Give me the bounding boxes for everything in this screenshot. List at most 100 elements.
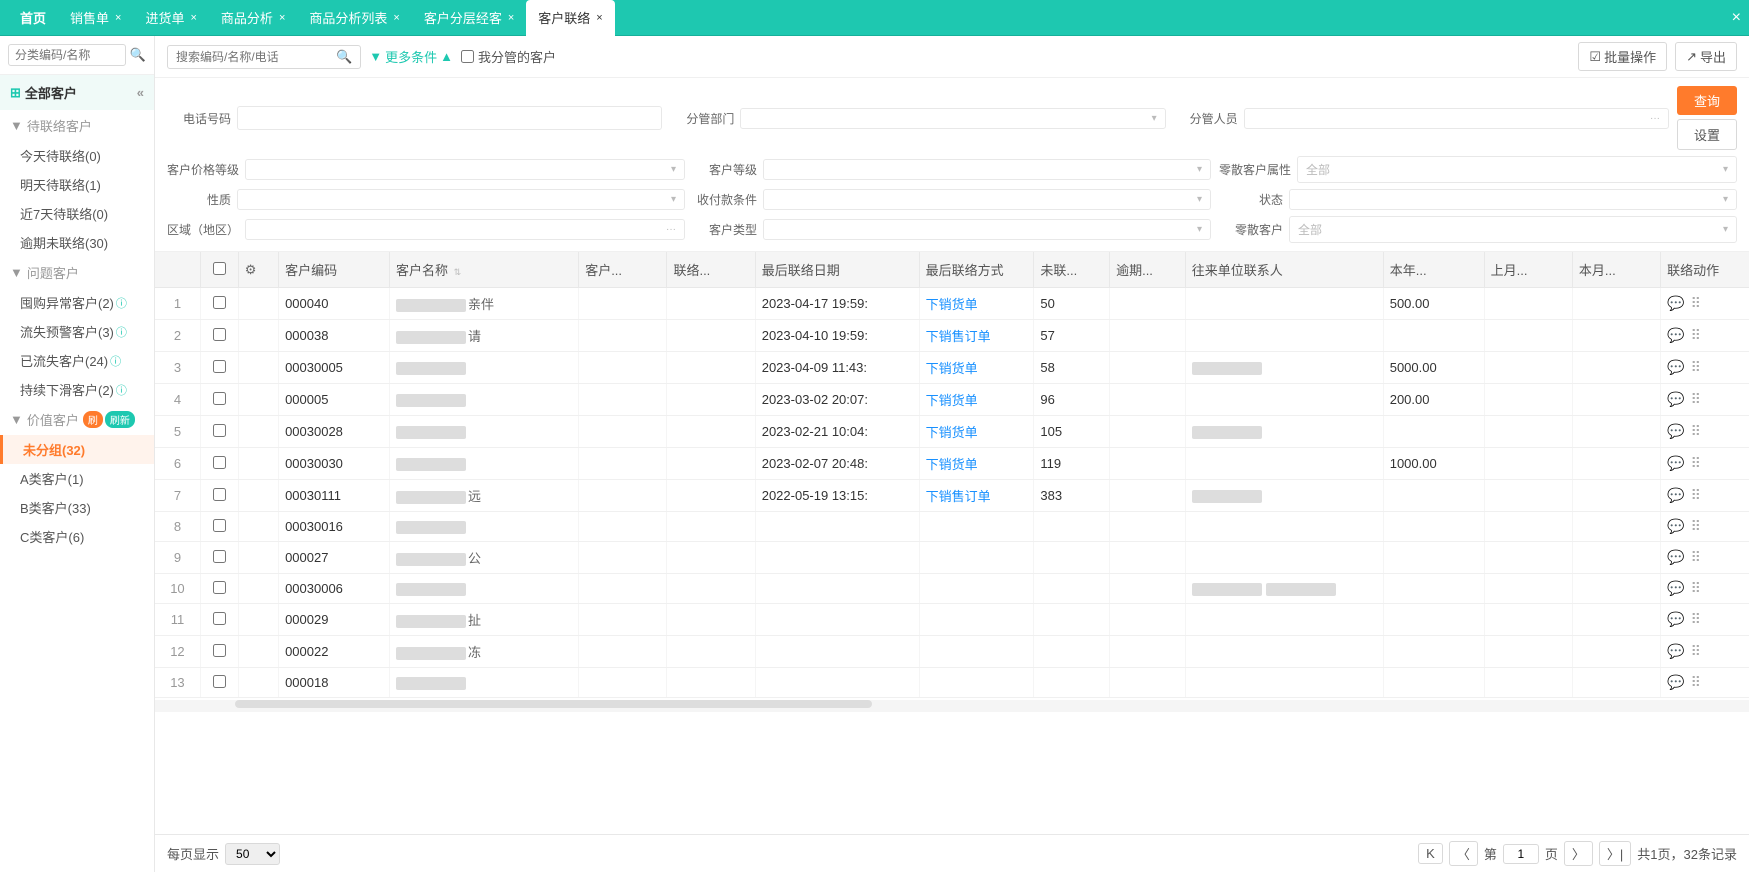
more-action-icon[interactable]: ⠿ (1691, 423, 1701, 440)
my-customers-checkbox[interactable]: 我分管的客户 (461, 47, 556, 66)
first-page-button[interactable]: K (1418, 843, 1443, 864)
close-segment-tab[interactable]: × (508, 12, 514, 24)
close-contact-tab[interactable]: × (596, 12, 602, 24)
customer-type-select[interactable]: ▾ (763, 219, 1211, 240)
last-method-link[interactable]: 下销货单 (926, 393, 978, 408)
row-checkbox[interactable] (213, 581, 226, 594)
contact-icon[interactable]: 💬 (1667, 643, 1684, 660)
export-button[interactable]: ↗ 导出 (1675, 42, 1737, 71)
contact-icon[interactable]: 💬 (1667, 674, 1684, 691)
tab-home[interactable]: 首页 (8, 0, 58, 36)
prev-page-button[interactable]: 〈 (1449, 841, 1478, 866)
contact-icon[interactable]: 💬 (1667, 487, 1684, 504)
more-action-icon[interactable]: ⠿ (1691, 643, 1701, 660)
contact-icon[interactable]: 💬 (1667, 359, 1684, 376)
close-goods-list-tab[interactable]: × (393, 12, 399, 24)
more-conditions-button[interactable]: ▼ 更多条件 ▲ (369, 47, 453, 66)
more-action-icon[interactable]: ⠿ (1691, 611, 1701, 628)
row-checkbox[interactable] (213, 644, 226, 657)
row-checkbox[interactable] (213, 550, 226, 563)
last-method-link[interactable]: 下销货单 (926, 425, 978, 440)
row-checkbox[interactable] (213, 612, 226, 625)
tab-goods-analysis[interactable]: 商品分析 × (209, 0, 297, 36)
sidebar-item-overdue-pending[interactable]: 逾期未联络(30) (0, 228, 154, 257)
more-action-icon[interactable]: ⠿ (1691, 391, 1701, 408)
retail-select[interactable]: 全部 ▾ (1289, 216, 1737, 243)
my-customers-check-input[interactable] (461, 50, 474, 63)
more-action-icon[interactable]: ⠿ (1691, 487, 1701, 504)
tab-goods-analysis-list[interactable]: 商品分析列表 × (297, 0, 411, 36)
search-input[interactable] (176, 50, 336, 64)
tab-customer-segment[interactable]: 客户分层经客 × (412, 0, 526, 36)
horizontal-scrollbar[interactable] (155, 700, 1749, 712)
sidebar-item-ungroup[interactable]: 未分组(32) (0, 435, 154, 464)
more-action-icon[interactable]: ⠿ (1691, 295, 1701, 312)
phone-input[interactable] (237, 106, 662, 130)
customer-level-select[interactable]: ▾ (763, 159, 1211, 180)
tab-sales[interactable]: 销售单 × (58, 0, 133, 36)
payment-select[interactable]: ▾ (763, 189, 1211, 210)
row-checkbox[interactable] (213, 519, 226, 532)
row-checkbox[interactable] (213, 424, 226, 437)
search-icon[interactable]: 🔍 (336, 49, 352, 65)
row-checkbox[interactable] (213, 360, 226, 373)
close-goods-analysis-tab[interactable]: × (279, 12, 285, 24)
sidebar-search-input[interactable] (8, 44, 126, 66)
sidebar-item-churned[interactable]: 已流失客户(24) ⓘ (0, 346, 154, 375)
sidebar-collapse-icon[interactable]: « (137, 85, 144, 100)
retail-attr-select[interactable]: 全部 ▾ (1297, 156, 1737, 183)
more-action-icon[interactable]: ⠿ (1691, 518, 1701, 535)
contact-icon[interactable]: 💬 (1667, 327, 1684, 344)
tab-customer-contact[interactable]: 客户联络 × (526, 0, 614, 36)
last-method-link[interactable]: 下销售订单 (926, 489, 991, 504)
contact-icon[interactable]: 💬 (1667, 295, 1684, 312)
next-page-button[interactable]: 〉 (1564, 841, 1593, 866)
contact-icon[interactable]: 💬 (1667, 518, 1684, 535)
more-action-icon[interactable]: ⠿ (1691, 359, 1701, 376)
row-checkbox[interactable] (213, 392, 226, 405)
select-all-checkbox[interactable] (213, 262, 226, 275)
row-checkbox[interactable] (213, 488, 226, 501)
sidebar-item-a-class[interactable]: A类客户(1) (0, 464, 154, 493)
price-level-select[interactable]: ▾ (245, 159, 685, 180)
sidebar-item-abnormal[interactable]: 囤购异常客户(2) ⓘ (0, 288, 154, 317)
tab-purchase[interactable]: 进货单 × (133, 0, 208, 36)
sidebar-item-churn-warning[interactable]: 流失预警客户(3) ⓘ (0, 317, 154, 346)
sidebar-search-icon[interactable]: 🔍 (130, 47, 146, 63)
contact-icon[interactable]: 💬 (1667, 455, 1684, 472)
region-select[interactable]: ··· (245, 219, 685, 240)
more-action-icon[interactable]: ⠿ (1691, 455, 1701, 472)
status-select[interactable]: ▾ (1289, 189, 1737, 210)
sidebar-item-today-pending[interactable]: 今天待联络(0) (0, 141, 154, 170)
sidebar-all-customers[interactable]: ⊞ 全部客户 « (0, 75, 154, 110)
reset-button[interactable]: 设置 (1677, 119, 1737, 150)
refresh-badge[interactable]: 刷新 (105, 411, 135, 428)
sidebar-section-pending[interactable]: ▼ 待联络客户 (0, 110, 154, 141)
page-number-input[interactable] (1503, 844, 1539, 864)
th-settings[interactable]: ⚙ (238, 252, 278, 288)
more-action-icon[interactable]: ⠿ (1691, 674, 1701, 691)
sidebar-item-c-class[interactable]: C类客户(6) (0, 522, 154, 551)
contact-icon[interactable]: 💬 (1667, 423, 1684, 440)
sidebar-item-b-class[interactable]: B类客户(33) (0, 493, 154, 522)
nature-select[interactable]: ▾ (237, 189, 685, 210)
manager-select[interactable]: ··· (1244, 108, 1669, 129)
last-method-link[interactable]: 下销货单 (926, 457, 978, 472)
row-checkbox[interactable] (213, 456, 226, 469)
settings-icon[interactable]: ⚙ (245, 262, 257, 277)
last-method-link[interactable]: 下销货单 (926, 297, 978, 312)
contact-icon[interactable]: 💬 (1667, 611, 1684, 628)
sidebar-item-declining[interactable]: 持续下滑客户(2) ⓘ (0, 375, 154, 404)
sidebar-section-value[interactable]: ▼ 价值客户 刷 刷新 (0, 404, 154, 435)
row-checkbox[interactable] (213, 328, 226, 341)
more-action-icon[interactable]: ⠿ (1691, 549, 1701, 566)
last-page-button[interactable]: 〉| (1599, 841, 1631, 866)
contact-icon[interactable]: 💬 (1667, 580, 1684, 597)
close-purchase-tab[interactable]: × (190, 12, 196, 24)
batch-operation-button[interactable]: ☑ 批量操作 (1578, 42, 1667, 71)
row-checkbox[interactable] (213, 296, 226, 309)
last-method-link[interactable]: 下销售订单 (926, 329, 991, 344)
query-button[interactable]: 查询 (1677, 86, 1737, 115)
more-action-icon[interactable]: ⠿ (1691, 327, 1701, 344)
sidebar-item-tomorrow-pending[interactable]: 明天待联络(1) (0, 170, 154, 199)
